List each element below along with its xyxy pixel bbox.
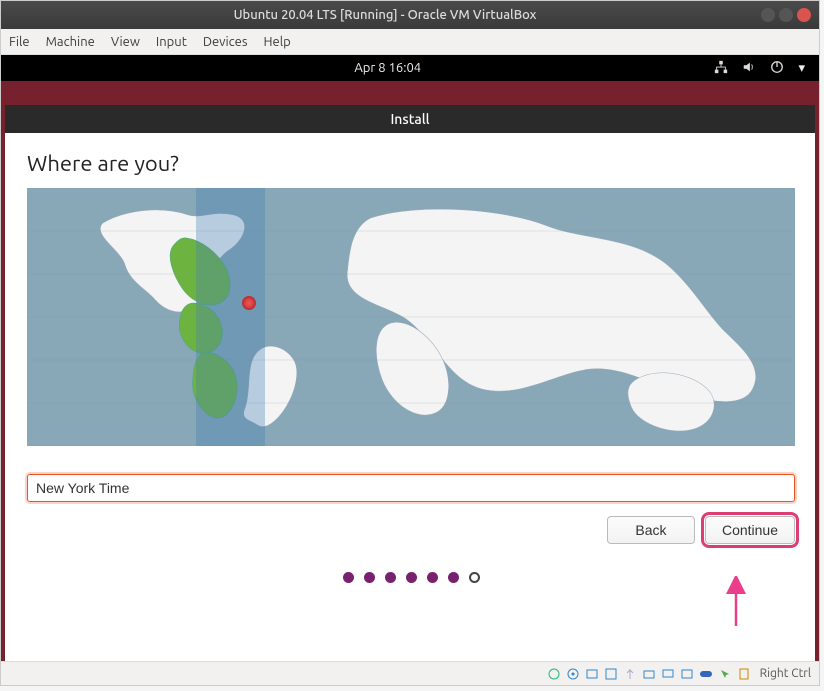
mouse-integration-icon[interactable] [718, 666, 733, 681]
power-icon[interactable] [770, 60, 784, 77]
display-icon[interactable] [661, 666, 676, 681]
dropdown-icon[interactable]: ▾ [798, 61, 805, 76]
progress-dot [343, 572, 354, 583]
window-titlebar: Ubuntu 20.04 LTS [Running] - Oracle VM V… [1, 1, 819, 29]
progress-dot-current [469, 572, 480, 583]
progress-dot [406, 572, 417, 583]
window-title: Ubuntu 20.04 LTS [Running] - Oracle VM V… [9, 8, 761, 22]
menu-machine[interactable]: Machine [46, 35, 95, 49]
continue-button[interactable]: Continue [705, 516, 795, 544]
vbox-statusbar: Right Ctrl [1, 661, 819, 685]
cad-icon[interactable] [699, 666, 714, 681]
shared-folder-icon[interactable] [642, 666, 657, 681]
minimize-button[interactable] [761, 8, 775, 22]
timezone-highlight-band [196, 188, 265, 446]
optical-icon[interactable] [566, 666, 581, 681]
menu-devices[interactable]: Devices [203, 35, 248, 49]
clipboard-icon[interactable] [737, 666, 752, 681]
button-row: Back Continue [27, 516, 795, 544]
close-button[interactable] [797, 8, 811, 22]
installer-content: Where are you? [5, 133, 815, 661]
guest-topbar: Apr 8 16:04 ▾ [1, 55, 819, 81]
volume-icon[interactable] [742, 60, 756, 77]
menu-file[interactable]: File [9, 35, 30, 49]
guest-desktop-area: Install Where are you? [1, 81, 819, 661]
window-controls [761, 8, 811, 22]
menu-help[interactable]: Help [264, 35, 291, 49]
usb-icon[interactable] [623, 666, 638, 681]
menubar: File Machine View Input Devices Help [1, 29, 819, 55]
progress-dots [27, 544, 795, 593]
recording-icon[interactable] [680, 666, 695, 681]
progress-dot [364, 572, 375, 583]
back-button[interactable]: Back [607, 516, 695, 544]
menu-view[interactable]: View [111, 35, 140, 49]
hard-disk-icon[interactable] [547, 666, 562, 681]
host-key-indicator: Right Ctrl [760, 667, 811, 680]
timezone-input[interactable] [27, 474, 795, 502]
progress-dot [448, 572, 459, 583]
network-icon[interactable] [714, 60, 728, 77]
timezone-map[interactable] [27, 188, 795, 446]
audio-icon[interactable] [585, 666, 600, 681]
progress-dot [385, 572, 396, 583]
page-heading: Where are you? [27, 151, 795, 176]
menu-input[interactable]: Input [156, 35, 187, 49]
timezone-map-wrap [27, 188, 795, 446]
installer-window: Install Where are you? [5, 105, 815, 661]
network-status-icon[interactable] [604, 666, 619, 681]
progress-dot [427, 572, 438, 583]
maximize-button[interactable] [779, 8, 793, 22]
guest-clock[interactable]: Apr 8 16:04 [61, 61, 714, 75]
installer-title: Install [5, 105, 815, 133]
virtualbox-window: Ubuntu 20.04 LTS [Running] - Oracle VM V… [0, 0, 820, 686]
